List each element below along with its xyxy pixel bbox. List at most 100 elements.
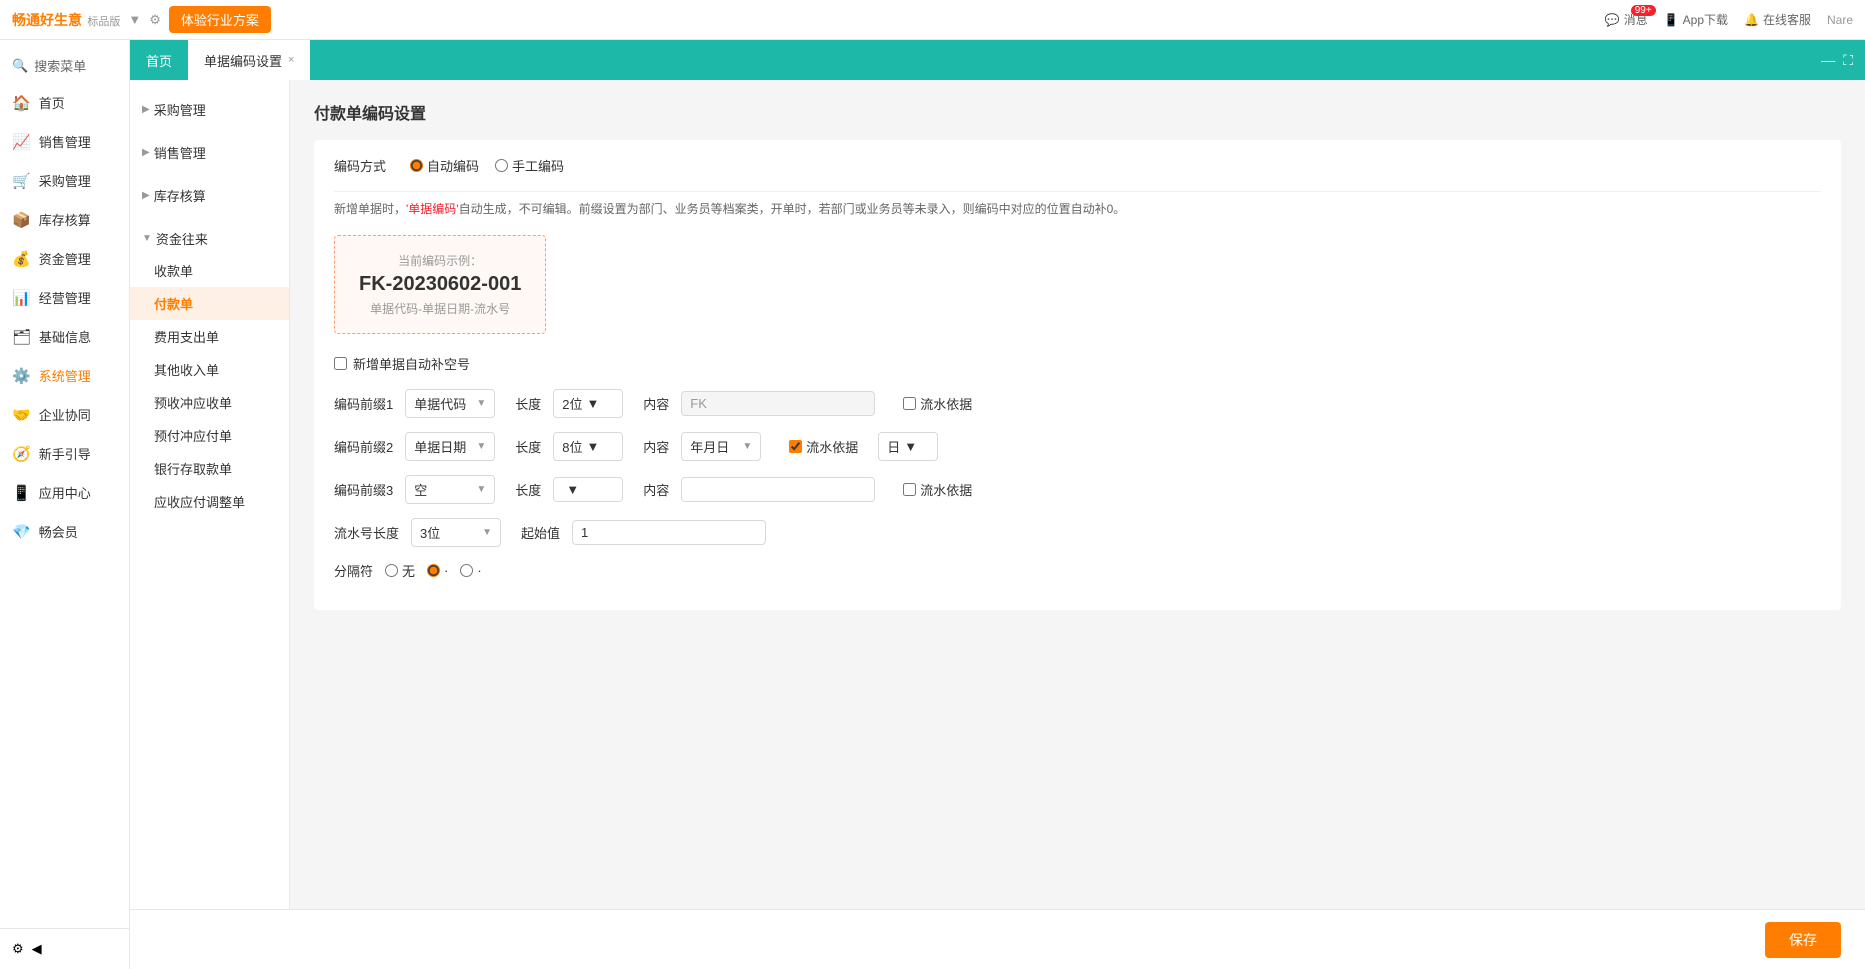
prefix2-select[interactable]: 单据日期 ▼ <box>405 432 495 461</box>
sub-group-title-sales[interactable]: ▶ 销售管理 <box>130 137 289 168</box>
tab-maximize-icon[interactable]: ⛶ <box>1843 52 1853 69</box>
settings-icon[interactable]: ⚙ <box>149 12 161 28</box>
message-button[interactable]: 💬 消息 99+ <box>1605 11 1648 28</box>
sidebar-item-purchase[interactable]: 🛒 采购管理 <box>0 161 129 200</box>
sub-group-label-purchase: 采购管理 <box>154 100 206 119</box>
auto-code-input[interactable] <box>410 159 423 172</box>
sep-dot2-input[interactable] <box>460 564 473 577</box>
sidebar-item-apps[interactable]: 📱 应用中心 <box>0 473 129 512</box>
top-bar: 畅通好生意 标品版 ▼ ⚙ 体验行业方案 💬 消息 99+ 📱 App下载 🔔 … <box>0 0 1865 40</box>
sidebar-collapse-icon[interactable]: ◀ <box>32 941 42 957</box>
serial-length-select[interactable]: 3位 ▼ <box>411 518 501 547</box>
sep-dot2[interactable]: · <box>460 563 481 578</box>
sub-item-advance-offset[interactable]: 预付冲应付单 <box>130 419 289 452</box>
auto-fill-checkbox[interactable] <box>334 357 347 370</box>
sidebar-item-member[interactable]: 💎 畅会员 <box>0 512 129 551</box>
prefix2-row: 编码前缀2 单据日期 ▼ 长度 8位 ▼ 内容 年月日 <box>334 432 1821 461</box>
search-menu[interactable]: 🔍 搜索菜单 <box>0 48 129 83</box>
content2-select[interactable]: 年月日 ▼ <box>681 432 761 461</box>
search-icon: 🔍 <box>12 58 28 74</box>
len1-select[interactable]: 2位 ▼ <box>553 389 623 418</box>
sales-icon: 📈 <box>12 133 31 151</box>
tab-coding-label: 单据编码设置 <box>204 51 282 70</box>
serial-length-arrow: ▼ <box>482 527 492 538</box>
arrow-inventory: ▶ <box>142 190 150 201</box>
prefix1-select[interactable]: 单据代码 ▼ <box>405 389 495 418</box>
sidebar-item-inventory[interactable]: 📦 库存核算 <box>0 200 129 239</box>
tab-home-label: 首页 <box>146 51 172 70</box>
dropdown-icon[interactable]: ▼ <box>128 12 141 27</box>
sep-dot-label: · <box>444 563 448 578</box>
sidebar-item-operation[interactable]: 📊 经营管理 <box>0 278 129 317</box>
sidebar-item-basic[interactable]: 🗂 基础信息 <box>0 317 129 356</box>
len2-label: 长度 <box>515 437 541 456</box>
prefix1-value: 单据代码 <box>414 394 466 413</box>
online-service-button[interactable]: 🔔 在线客服 <box>1744 11 1811 28</box>
sub-item-receipts[interactable]: 收款单 <box>130 254 289 287</box>
demo-button[interactable]: 体验行业方案 <box>169 6 271 33</box>
sub-group-title-purchase[interactable]: ▶ 采购管理 <box>130 94 289 125</box>
sep-none[interactable]: 无 <box>385 561 415 580</box>
date2-select[interactable]: 日 ▼ <box>878 432 938 461</box>
auto-fill-row[interactable]: 新增单据自动补空号 <box>334 354 1821 373</box>
serial2-checkbox[interactable] <box>789 440 802 453</box>
separator-row: 分隔符 无 · · <box>334 561 1821 580</box>
auto-code-radio[interactable]: 自动编码 <box>410 156 479 175</box>
save-button[interactable]: 保存 <box>1765 922 1841 958</box>
sidebar-item-sales[interactable]: 📈 销售管理 <box>0 122 129 161</box>
sidebar-label-system: 系统管理 <box>39 366 91 385</box>
content3-input[interactable] <box>681 477 875 502</box>
sub-group-title-finance[interactable]: ▼ 资金往来 <box>130 223 289 254</box>
message-badge: 99+ <box>1631 5 1656 16</box>
sidebar-item-system[interactable]: ⚙️ 系统管理 <box>0 356 129 395</box>
sub-item-other-income[interactable]: 其他收入单 <box>130 353 289 386</box>
settings-section: 编码方式 自动编码 手工编码 <box>314 140 1841 610</box>
tab-coding-settings[interactable]: 单据编码设置 × <box>188 40 310 80</box>
prefix3-label: 编码前缀3 <box>334 480 393 499</box>
sidebar-item-enterprise[interactable]: 🤝 企业协同 <box>0 395 129 434</box>
separator-options: 无 · · <box>385 561 482 580</box>
start-value-input[interactable] <box>572 520 766 545</box>
sub-item-payments[interactable]: 付款单 <box>130 287 289 320</box>
sub-group-inventory: ▶ 库存核算 <box>130 174 289 217</box>
len2-arrow: ▼ <box>586 439 599 454</box>
tab-close-icon[interactable]: × <box>288 54 294 66</box>
sep-dot[interactable]: · <box>427 563 448 578</box>
sub-item-bank[interactable]: 银行存取款单 <box>130 452 289 485</box>
sidebar-label-basic: 基础信息 <box>39 327 91 346</box>
sep-none-label: 无 <box>402 561 415 580</box>
enterprise-icon: 🤝 <box>12 406 31 424</box>
tab-nav-right: — ⛶ <box>1821 52 1865 69</box>
sub-item-prepay-offset[interactable]: 预收冲应收单 <box>130 386 289 419</box>
prefix3-select[interactable]: 空 ▼ <box>405 475 495 504</box>
serial-length-label: 流水号长度 <box>334 523 399 542</box>
service-icon: 🔔 <box>1744 13 1759 27</box>
tab-home[interactable]: 首页 <box>130 40 188 80</box>
date2-arrow: ▼ <box>904 439 917 454</box>
manual-code-input[interactable] <box>495 159 508 172</box>
sidebar-settings-icon[interactable]: ⚙ <box>12 941 24 957</box>
code-desc: 单据代码-单据日期-流水号 <box>359 300 521 317</box>
sub-group-label-finance: 资金往来 <box>156 229 208 248</box>
serial3-checkbox[interactable] <box>903 483 916 496</box>
system-icon: ⚙️ <box>12 367 31 385</box>
sub-group-title-inventory[interactable]: ▶ 库存核算 <box>130 180 289 211</box>
sidebar-item-guide[interactable]: 🧭 新手引导 <box>0 434 129 473</box>
manual-code-radio[interactable]: 手工编码 <box>495 156 564 175</box>
tab-minimize-icon[interactable]: — <box>1821 52 1835 68</box>
tab-nav: 首页 单据编码设置 × — ⛶ <box>130 40 1865 80</box>
main-content: 付款单编码设置 编码方式 自动编码 手工编码 <box>290 80 1865 909</box>
sub-item-expense[interactable]: 费用支出单 <box>130 320 289 353</box>
serial1-checkbox[interactable] <box>903 397 916 410</box>
sidebar-item-home[interactable]: 🏠 首页 <box>0 83 129 122</box>
sidebar-item-finance[interactable]: 💰 资金管理 <box>0 239 129 278</box>
len2-select[interactable]: 8位 ▼ <box>553 432 623 461</box>
serial2-label: 流水依据 <box>806 437 858 456</box>
user-name[interactable]: Nare <box>1827 13 1853 27</box>
sep-none-input[interactable] <box>385 564 398 577</box>
len3-select[interactable]: ▼ <box>553 477 623 502</box>
sub-item-adjust[interactable]: 应收应付调整单 <box>130 485 289 518</box>
sep-dot-input[interactable] <box>427 564 440 577</box>
brand-name: 畅通好生意 <box>12 12 82 28</box>
app-download-button[interactable]: 📱 App下载 <box>1664 11 1728 28</box>
